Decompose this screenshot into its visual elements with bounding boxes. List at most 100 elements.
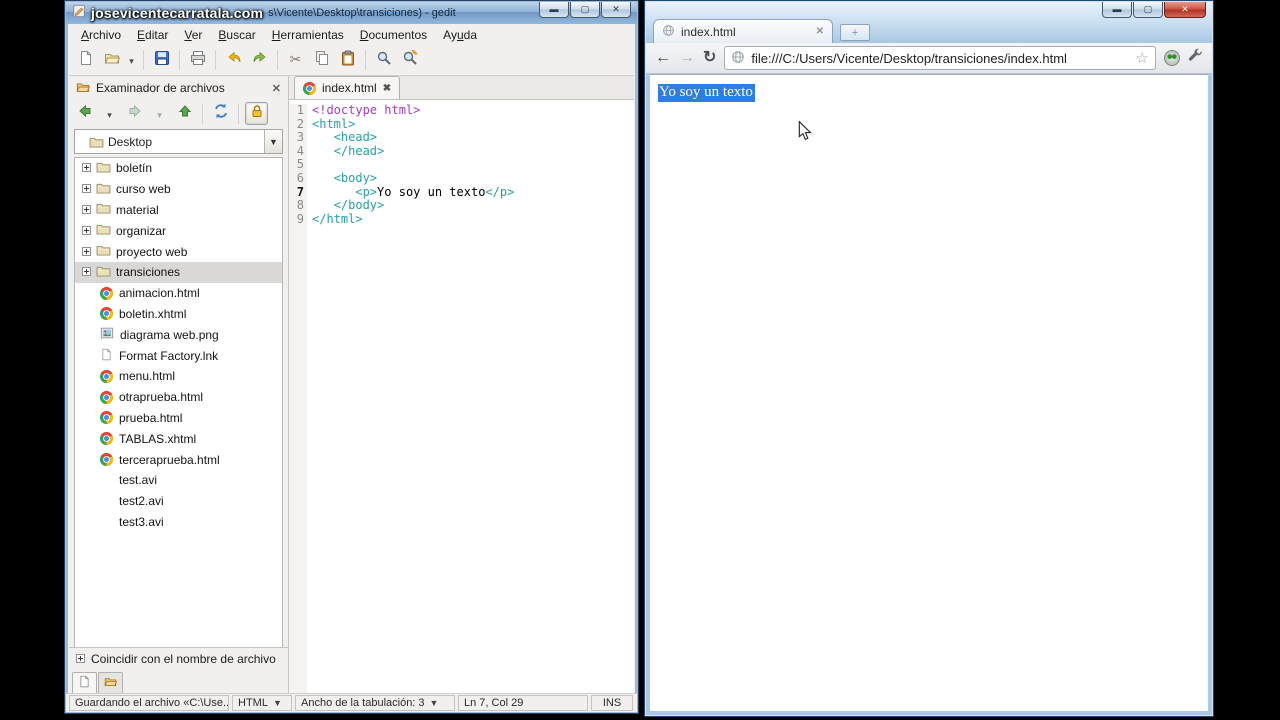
search-replace-button[interactable] xyxy=(397,48,422,72)
side-panel-tab-file-browser[interactable] xyxy=(98,672,123,694)
browser-viewport[interactable]: Yo soy un texto xyxy=(650,74,1208,711)
folder-row[interactable]: transiciones xyxy=(75,261,282,283)
file-row[interactable]: diagrama web.png xyxy=(75,324,282,345)
folder-icon xyxy=(96,202,111,217)
expander-icon[interactable] xyxy=(82,265,91,279)
new-document-button[interactable] xyxy=(73,48,98,72)
code-line[interactable]: </head> xyxy=(312,144,514,159)
file-row[interactable]: TABLAS.xhtml xyxy=(75,428,282,449)
file-row[interactable]: animacion.html xyxy=(75,283,282,304)
forward-button[interactable] xyxy=(123,102,146,125)
language-dropdown[interactable]: HTML ▼ xyxy=(232,695,292,711)
code-area[interactable]: 123456789 <!doctype html> <html> <head> <… xyxy=(289,100,634,694)
search-icon xyxy=(376,50,392,71)
file-row[interactable]: Format Factory.lnk xyxy=(75,345,282,366)
browser-tab[interactable]: index.html ✕ xyxy=(653,19,833,43)
menu-herramientas[interactable]: Herramientas xyxy=(264,26,352,44)
file-row[interactable]: boletin.xhtml xyxy=(75,304,282,325)
extension-icon[interactable] xyxy=(1164,50,1180,66)
expander-icon[interactable] xyxy=(82,182,91,196)
file-row[interactable]: test3.avi xyxy=(75,512,282,533)
code-line[interactable]: <head> xyxy=(312,130,514,145)
up-button[interactable] xyxy=(173,102,196,125)
search-button[interactable] xyxy=(371,48,396,72)
tab-close-icon[interactable]: ✖ xyxy=(383,83,391,94)
code-line[interactable]: <html> xyxy=(312,117,514,132)
file-row[interactable]: test2.avi xyxy=(75,491,282,512)
tab-width-dropdown[interactable]: Ancho de la tabulación: 3 ▼ xyxy=(295,695,455,711)
toolbar-separator xyxy=(365,50,366,70)
code-line[interactable]: </html> xyxy=(312,212,514,227)
refresh-button[interactable] xyxy=(209,102,232,125)
menu-documentos[interactable]: Documentos xyxy=(352,26,435,44)
editor-tab-index-html[interactable]: index.html ✖ xyxy=(294,76,401,99)
folder-row[interactable]: curso web xyxy=(75,179,282,200)
copy-button[interactable] xyxy=(309,48,334,72)
menu-archivo[interactable]: Archivo xyxy=(73,26,129,44)
expander-icon[interactable] xyxy=(76,652,85,666)
expander-icon[interactable] xyxy=(82,245,91,259)
menu-ayuda[interactable]: Ayuda xyxy=(435,26,485,44)
folder-row[interactable]: organizar xyxy=(75,220,282,241)
back-button[interactable] xyxy=(73,102,96,125)
side-panel-tab-documents[interactable] xyxy=(72,672,97,694)
back-button[interactable]: ← xyxy=(655,50,671,66)
code-line[interactable]: <!doctype html> xyxy=(312,103,514,118)
save-button[interactable] xyxy=(149,48,174,72)
omnibox[interactable]: file:///C:/Users/Vicente/Desktop/transic… xyxy=(724,46,1156,70)
tab-close-icon[interactable]: ✕ xyxy=(816,26,824,37)
print-button[interactable] xyxy=(185,48,210,72)
code-line[interactable]: </body> xyxy=(312,198,514,213)
file-row[interactable]: menu.html xyxy=(75,366,282,387)
url-text[interactable]: file:///C:/Users/Vicente/Desktop/transic… xyxy=(751,51,1129,66)
match-filename-expander[interactable]: Coincidir con el nombre de archivo xyxy=(69,647,288,670)
panel-close-icon[interactable]: ✕ xyxy=(272,82,281,95)
close-button[interactable]: ✕ xyxy=(601,2,631,18)
maximize-button[interactable]: ▢ xyxy=(570,2,600,18)
file-row[interactable]: prueba.html xyxy=(75,408,282,429)
back-dropdown-button[interactable]: ▾ xyxy=(98,102,121,125)
expander-icon[interactable] xyxy=(82,161,91,175)
file-row[interactable]: terceraprueba.html xyxy=(75,449,282,470)
close-button[interactable]: ✕ xyxy=(1164,2,1206,18)
folder-row[interactable]: proyecto web xyxy=(75,241,282,262)
folder-row[interactable]: material xyxy=(75,200,282,221)
location-dropdown[interactable]: Desktop ▼ xyxy=(74,129,283,154)
undo-button[interactable] xyxy=(221,48,246,72)
paste-button[interactable] xyxy=(335,48,360,72)
chrome-file-icon xyxy=(100,307,113,321)
folder-row[interactable]: boletín xyxy=(75,158,282,179)
code-line[interactable] xyxy=(312,158,514,172)
bookmarks-button[interactable] xyxy=(245,102,268,125)
code-line[interactable]: <p>Yo soy un texto</p> xyxy=(312,185,514,200)
reload-button[interactable]: ↻ xyxy=(703,50,716,66)
minimize-button[interactable]: ▬ xyxy=(1102,2,1132,18)
file-tree: boletín curso web material organizar proyect… xyxy=(74,157,283,647)
open-dropdown-button[interactable]: ▾ xyxy=(125,48,138,72)
open-document-button[interactable] xyxy=(99,48,124,72)
maximize-button[interactable]: ▢ xyxy=(1133,2,1163,18)
menu-editar[interactable]: Editar xyxy=(129,26,176,44)
wrench-icon[interactable] xyxy=(1188,48,1203,68)
bookmark-star-icon[interactable]: ☆ xyxy=(1136,51,1149,66)
menu-ver[interactable]: Ver xyxy=(176,26,210,44)
save-icon xyxy=(154,50,170,71)
expander-icon[interactable] xyxy=(82,203,91,217)
cut-button[interactable]: ✂ xyxy=(283,48,308,72)
minimize-button[interactable]: ▬ xyxy=(539,2,569,18)
chrome-titlebar[interactable]: index.html ✕ + ▬ ▢ ✕ xyxy=(646,2,1212,43)
code-line[interactable]: <body> xyxy=(312,171,514,186)
file-row[interactable]: otraprueba.html xyxy=(75,387,282,408)
expander-icon[interactable] xyxy=(82,224,91,238)
code-text[interactable]: <!doctype html> <html> <head> </head> <bo… xyxy=(307,103,514,694)
redo-button[interactable] xyxy=(247,48,272,72)
forward-button[interactable]: → xyxy=(679,50,695,66)
forward-dropdown-button[interactable]: ▾ xyxy=(148,102,171,125)
menu-buscar[interactable]: Buscar xyxy=(210,26,263,44)
new-tab-button[interactable]: + xyxy=(840,24,870,41)
file-row[interactable]: test.avi xyxy=(75,470,282,491)
gedit-titlebar[interactable]: josevicentecarratala.com s\Vicente\Deskt… xyxy=(66,2,637,24)
chevron-down-icon[interactable]: ▼ xyxy=(264,130,282,153)
selected-paragraph[interactable]: Yo soy un texto xyxy=(658,84,755,102)
